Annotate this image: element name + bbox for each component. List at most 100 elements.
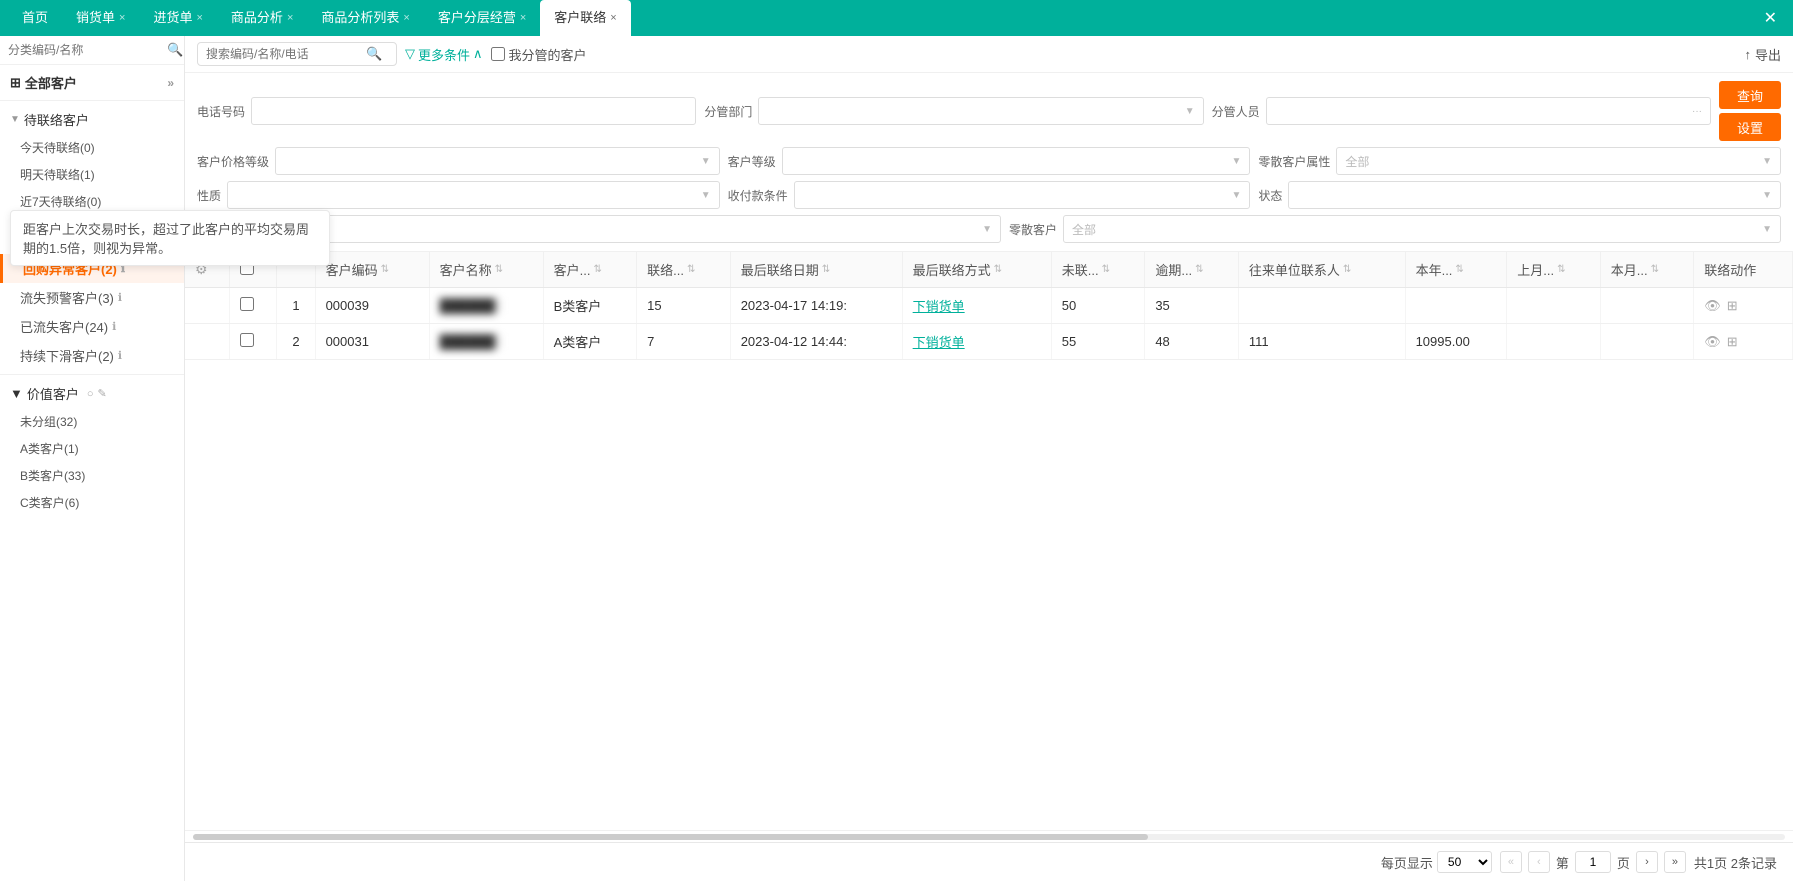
right-action-buttons: 查询 设置 <box>1719 81 1781 141</box>
person-field-group: 分管人员 ··· <box>1212 97 1711 125</box>
sort-uncontacted[interactable]: ⇅ <box>1102 264 1110 275</box>
sort-this-year[interactable]: ⇅ <box>1455 264 1463 275</box>
sort-last-contact-date[interactable]: ⇅ <box>822 264 830 275</box>
close-goods-analysis-tab[interactable]: × <box>287 0 293 36</box>
row2-view-icon[interactable]: 👁 <box>1704 334 1721 350</box>
sidebar-search-icon[interactable]: 🔍 <box>167 42 183 58</box>
declining-info-icon[interactable]: ℹ <box>118 349 122 362</box>
value-customer-group-header[interactable]: ▼ 价值客户 ○ ✎ <box>0 379 184 408</box>
department-field-group: 分管部门 ▼ <box>704 97 1203 125</box>
close-customer-contact-tab[interactable]: × <box>610 0 616 36</box>
row2-unit-contact: 111 <box>1238 324 1405 360</box>
sort-contact[interactable]: ⇅ <box>687 264 695 275</box>
retail-customer-select[interactable]: 全部 ▼ <box>1063 215 1781 243</box>
price-level-select[interactable]: ▼ <box>275 147 720 175</box>
person-select[interactable]: ··· <box>1266 97 1711 125</box>
th-contact: 联络... ⇅ <box>637 252 731 288</box>
customer-type-select[interactable]: ▼ <box>283 215 1001 243</box>
phone-input[interactable] <box>251 97 696 125</box>
row1-contact: 15 <box>637 288 731 324</box>
close-window-button[interactable]: ✕ <box>1756 8 1785 28</box>
export-icon: ↑ <box>1744 47 1751 62</box>
lost-info-icon[interactable]: ℹ <box>112 320 116 333</box>
row2-contact-method-link[interactable]: 下销货单 <box>913 335 965 350</box>
ungrouped-item[interactable]: 未分组(32) <box>0 408 184 435</box>
retail-attr-select[interactable]: 全部 ▼ <box>1336 147 1781 175</box>
close-goods-list-tab[interactable]: × <box>403 0 409 36</box>
row2-customer-name: ██████ <box>429 324 543 360</box>
last-page-btn[interactable]: » <box>1664 851 1686 873</box>
group-edit-icon[interactable]: ✎ <box>98 387 107 400</box>
scrollbar-track[interactable] <box>193 834 1785 840</box>
sort-overdue[interactable]: ⇅ <box>1195 264 1203 275</box>
first-page-btn[interactable]: « <box>1500 851 1522 873</box>
row2-link-icon[interactable]: ⊞ <box>1727 334 1738 350</box>
waiting-contact-header[interactable]: ▼ 待联络客户 <box>0 105 184 134</box>
loss-warning-info-icon[interactable]: ℹ <box>118 291 122 304</box>
sort-customer-code[interactable]: ⇅ <box>381 264 389 275</box>
loss-warning-item[interactable]: 流失预警客户(3) ℹ <box>0 283 184 312</box>
row2-name-blurred: ██████ <box>440 334 500 349</box>
row1-contact-method-link[interactable]: 下销货单 <box>913 299 965 314</box>
tomorrow-contact-item[interactable]: 明天待联络(1) <box>0 161 184 188</box>
nav-tab-home[interactable]: 首页 <box>8 0 62 36</box>
lost-customers-item[interactable]: 已流失客户(24) ℹ <box>0 312 184 341</box>
row2-select-checkbox[interactable] <box>240 333 254 347</box>
per-page-select[interactable]: 50 100 200 <box>1437 851 1492 873</box>
sort-last-contact-method[interactable]: ⇅ <box>994 264 1002 275</box>
sidebar-search-input[interactable] <box>8 43 163 57</box>
sort-unit-contact[interactable]: ⇅ <box>1343 264 1351 275</box>
row1-index: 1 <box>277 288 315 324</box>
row1-link-icon[interactable]: ⊞ <box>1727 298 1738 314</box>
close-sales-tab[interactable]: × <box>119 0 125 36</box>
today-contact-item[interactable]: 今天待联络(0) <box>0 134 184 161</box>
row1-view-icon[interactable]: 👁 <box>1704 298 1721 314</box>
query-button[interactable]: 查询 <box>1719 81 1781 109</box>
all-customers-header[interactable]: ⊞ 全部客户 » <box>0 65 184 101</box>
sort-this-month[interactable]: ⇅ <box>1651 264 1659 275</box>
settings-button[interactable]: 设置 <box>1719 113 1781 141</box>
payment-select[interactable]: ▼ <box>794 181 1251 209</box>
sidebar-collapse-btn[interactable]: » <box>167 76 174 90</box>
prev-page-btn[interactable]: ‹ <box>1528 851 1550 873</box>
my-customers-checkbox-area: 我分管的客户 <box>491 45 587 64</box>
row2-overdue: 48 <box>1145 324 1239 360</box>
nav-tab-goods-analysis[interactable]: 商品分析 × <box>217 0 307 36</box>
nav-tab-customer-contact[interactable]: 客户联络 × <box>540 0 630 36</box>
scrollbar-thumb[interactable] <box>193 834 1148 840</box>
sort-customer-name[interactable]: ⇅ <box>495 264 503 275</box>
sort-last-month[interactable]: ⇅ <box>1557 264 1565 275</box>
row2-settings <box>185 324 230 360</box>
department-select[interactable]: ▼ <box>758 97 1203 125</box>
gender-select[interactable]: ▼ <box>227 181 720 209</box>
content-area: 🔍 ▽ 更多条件 ∧ 我分管的客户 ↑ 导出 电话号码 <box>185 36 1793 881</box>
close-purchase-tab[interactable]: × <box>196 0 202 36</box>
declining-customers-item[interactable]: 持续下滑客户(2) ℹ <box>0 341 184 370</box>
filter-row-4: ··· 客户类型 ▼ 零散客户 全部 ▼ <box>197 215 1781 243</box>
a-class-item[interactable]: A类客户(1) <box>0 435 184 462</box>
nav-tab-customer-layer[interactable]: 客户分层经营 × <box>424 0 540 36</box>
group-circle-icon[interactable]: ○ <box>87 388 94 400</box>
next-page-btn[interactable]: › <box>1636 851 1658 873</box>
status-select[interactable]: ▼ <box>1288 181 1781 209</box>
export-button[interactable]: ↑ 导出 <box>1744 45 1781 64</box>
page-number-input[interactable] <box>1575 851 1611 873</box>
row1-this-year <box>1405 288 1507 324</box>
row1-select-checkbox[interactable] <box>240 297 254 311</box>
b-class-item[interactable]: B类客户(33) <box>0 462 184 489</box>
row2-this-year: 10995.00 <box>1405 324 1507 360</box>
nav-tab-sales[interactable]: 销货单 × <box>62 0 139 36</box>
horizontal-scrollbar[interactable] <box>185 830 1793 842</box>
pagination-area: 每页显示 50 100 200 « ‹ 第 页 › » 共1页 2条记录 <box>185 842 1793 881</box>
sort-customer-type[interactable]: ⇅ <box>593 264 601 275</box>
close-customer-layer-tab[interactable]: × <box>520 0 526 36</box>
filter-search-icon[interactable]: 🔍 <box>366 46 382 62</box>
nav-tab-goods-list[interactable]: 商品分析列表 × <box>307 0 423 36</box>
more-conditions-btn[interactable]: ▽ 更多条件 ∧ <box>405 45 483 64</box>
nav-tab-purchase[interactable]: 进货单 × <box>139 0 216 36</box>
c-class-item[interactable]: C类客户(6) <box>0 489 184 516</box>
customer-level-select[interactable]: ▼ <box>782 147 1251 175</box>
waiting-contact-arrow: ▼ <box>10 114 20 125</box>
my-customers-checkbox[interactable] <box>491 47 505 61</box>
filter-search-input[interactable] <box>206 47 366 61</box>
